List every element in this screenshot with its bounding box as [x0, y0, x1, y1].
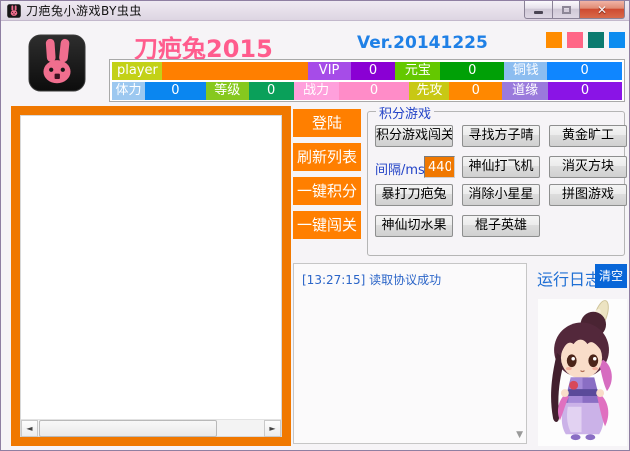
color-squares — [546, 32, 625, 48]
color-square-teal — [588, 32, 604, 48]
maximize-icon — [562, 6, 571, 14]
zhanli-label: 战力 — [294, 82, 339, 100]
clear-log-button[interactable]: 清空 — [595, 264, 627, 288]
game-button-find-fangziqing[interactable]: 寻找方子晴 — [462, 125, 540, 147]
refresh-list-button[interactable]: 刷新列表 — [293, 143, 361, 171]
color-square-blue — [609, 32, 625, 48]
run-log-title: 运行日志 — [537, 266, 601, 290]
version-label: Ver.20141225 — [357, 33, 488, 53]
stats-row-1: player VIP 0 元宝 0 铜钱 0 — [112, 62, 622, 80]
player-stats-panel: player VIP 0 元宝 0 铜钱 0 体力 0 等级 0 战力 0 先攻… — [109, 59, 625, 102]
minimize-icon — [534, 11, 543, 14]
tili-label: 体力 — [112, 82, 145, 100]
dengji-label: 等级 — [206, 82, 249, 100]
game-button-star-crush[interactable]: 消除小星星 — [462, 184, 540, 206]
color-square-pink — [567, 32, 583, 48]
scroll-right-icon[interactable]: ► — [264, 420, 281, 437]
auto-stage-button[interactable]: 一键闯关 — [293, 211, 361, 239]
game-button-gold-miner[interactable]: 黄金旷工 — [549, 125, 627, 147]
log-entry: [13:27:15] 读取协议成功 — [302, 271, 441, 288]
rabbit-logo-icon — [28, 34, 86, 92]
window-controls: ✕ — [524, 1, 625, 19]
player-name-field — [162, 62, 308, 80]
app-window: 刀疤兔小游戏BY虫虫 ✕ 刀疤兔2015 Ver.20141225 — [0, 0, 630, 451]
game-button-points-stage[interactable]: 积分游戏闯关 — [375, 125, 453, 147]
scrollbar-thumb[interactable] — [39, 420, 217, 437]
game-button-fruit-slice[interactable]: 神仙切水果 — [375, 215, 453, 237]
game-button-puzzle[interactable]: 拼图游戏 — [549, 184, 627, 206]
player-label: player — [112, 62, 162, 80]
minimize-button[interactable] — [524, 1, 553, 19]
tili-value: 0 — [145, 82, 206, 100]
maximize-button[interactable] — [553, 1, 580, 19]
account-list[interactable]: ◄ ► — [20, 115, 282, 437]
scroll-left-icon[interactable]: ◄ — [21, 420, 38, 437]
window-title: 刀疤兔小游戏BY虫虫 — [26, 2, 142, 19]
interval-label: 间隔/ms — [375, 159, 425, 178]
scrollbar-track[interactable] — [217, 420, 264, 436]
game-button-beat-rabbit[interactable]: 暴打刀疤兔 — [375, 184, 453, 206]
game-button-plane-shooter[interactable]: 神仙打飞机 — [462, 156, 540, 178]
vip-label: VIP — [308, 62, 351, 80]
vip-value: 0 — [351, 62, 396, 80]
dengji-value: 0 — [249, 82, 294, 100]
login-button[interactable]: 登陆 — [293, 109, 361, 137]
horizontal-scrollbar[interactable]: ◄ ► — [21, 419, 281, 436]
auto-points-button[interactable]: 一键积分 — [293, 177, 361, 205]
scroll-down-icon[interactable]: ▼ — [516, 430, 523, 440]
game-button-stick-hero[interactable]: 棍子英雄 — [462, 215, 540, 237]
yuanbao-value: 0 — [440, 62, 504, 80]
chibi-girl-image — [538, 299, 627, 446]
tongqian-label: 铜钱 — [504, 62, 547, 80]
stats-row-2: 体力 0 等级 0 战力 0 先攻 0 道缘 0 — [112, 82, 622, 100]
xiangong-label: 先攻 — [409, 82, 449, 100]
rabbit-titlebar-icon — [7, 4, 21, 18]
points-games-groupbox: 积分游戏 积分游戏闯关 寻找方子晴 黄金旷工 间隔/ms 神仙打飞机 消灭方块 … — [367, 111, 625, 256]
groupbox-legend: 积分游戏 — [376, 103, 434, 122]
close-icon: ✕ — [597, 3, 607, 17]
interval-input[interactable] — [424, 156, 455, 178]
yuanbao-label: 元宝 — [395, 62, 440, 80]
character-illustration — [538, 299, 627, 446]
daoyuan-value: 0 — [548, 82, 622, 100]
xiangong-value: 0 — [449, 82, 502, 100]
account-list-frame: ◄ ► — [11, 106, 291, 446]
zhanli-value: 0 — [339, 82, 410, 100]
color-square-orange — [546, 32, 562, 48]
close-button[interactable]: ✕ — [580, 1, 625, 19]
tongqian-value: 0 — [547, 62, 622, 80]
run-log-box[interactable]: [13:27:15] 读取协议成功 ▼ — [293, 263, 527, 444]
daoyuan-label: 道缘 — [502, 82, 548, 100]
game-button-block-blast[interactable]: 消灭方块 — [549, 156, 627, 178]
